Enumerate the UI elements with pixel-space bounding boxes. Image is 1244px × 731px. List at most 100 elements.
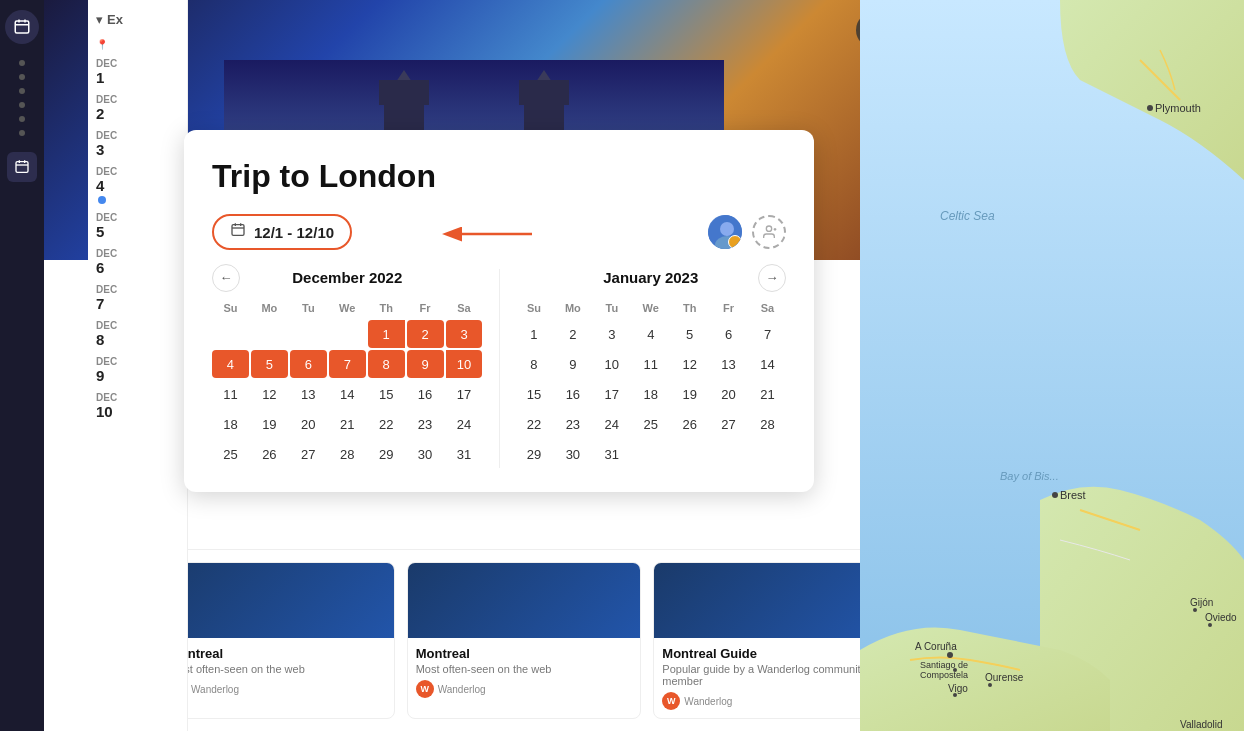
- day-8[interactable]: 8: [368, 350, 405, 378]
- next-month-button[interactable]: →: [758, 264, 786, 292]
- svg-text:Ourense: Ourense: [985, 672, 1024, 683]
- december-calendar: ← December 2022 Su Mo Tu We Th Fr Sa: [212, 269, 483, 468]
- jan-day-20[interactable]: 20: [710, 380, 747, 408]
- jan-day-24[interactable]: 24: [593, 410, 630, 438]
- itinerary-day-9[interactable]: DEC 9: [88, 352, 187, 388]
- day-17[interactable]: 17: [446, 380, 483, 408]
- itinerary-day-7[interactable]: DEC 7: [88, 280, 187, 316]
- sidebar-dot-5: [19, 116, 25, 122]
- jan-day-28[interactable]: 28: [749, 410, 786, 438]
- day-10[interactable]: 10: [446, 350, 483, 378]
- jan-day-9[interactable]: 9: [554, 350, 591, 378]
- jan-day-29[interactable]: 29: [516, 440, 553, 468]
- trip-panel: Trip to London 12/1 - 12/10: [184, 130, 814, 492]
- jan-day-15[interactable]: 15: [516, 380, 553, 408]
- svg-rect-4: [16, 162, 28, 173]
- jan-day-8[interactable]: 8: [516, 350, 553, 378]
- day-6[interactable]: 6: [290, 350, 327, 378]
- calendar-container: ← December 2022 Su Mo Tu We Th Fr Sa: [212, 269, 786, 468]
- day-18[interactable]: 18: [212, 410, 249, 438]
- day-27[interactable]: 27: [290, 440, 327, 468]
- itinerary-day-2[interactable]: DEC 2: [88, 90, 187, 126]
- guide-card-3[interactable]: Montreal Guide Popular guide by a Wander…: [653, 562, 888, 719]
- day-23[interactable]: 23: [407, 410, 444, 438]
- day-5[interactable]: 5: [251, 350, 288, 378]
- jan-day-22[interactable]: 22: [516, 410, 553, 438]
- jan-day-27[interactable]: 27: [710, 410, 747, 438]
- jan-day-18[interactable]: 18: [632, 380, 669, 408]
- itinerary-day-6[interactable]: DEC 6: [88, 244, 187, 280]
- day-25[interactable]: 25: [212, 440, 249, 468]
- svg-text:Valladolid: Valladolid: [1180, 719, 1223, 730]
- day-15[interactable]: 15: [368, 380, 405, 408]
- day-header-we: We: [329, 298, 366, 318]
- jan-day-31[interactable]: 31: [593, 440, 630, 468]
- day-13[interactable]: 13: [290, 380, 327, 408]
- day-19[interactable]: 19: [251, 410, 288, 438]
- jan-day-16[interactable]: 16: [554, 380, 591, 408]
- day-30[interactable]: 30: [407, 440, 444, 468]
- itinerary-day-3[interactable]: DEC 3: [88, 126, 187, 162]
- svg-text:Plymouth: Plymouth: [1155, 102, 1201, 114]
- itinerary-day-8[interactable]: DEC 8: [88, 316, 187, 352]
- jan-day-12[interactable]: 12: [671, 350, 708, 378]
- day-3[interactable]: 3: [446, 320, 483, 348]
- day-header-th: Th: [368, 298, 405, 318]
- jan-day-23[interactable]: 23: [554, 410, 591, 438]
- day-7[interactable]: 7: [329, 350, 366, 378]
- day-9[interactable]: 9: [407, 350, 444, 378]
- jan-day-2[interactable]: 2: [554, 320, 591, 348]
- day-header-sa: Sa: [446, 298, 483, 318]
- collapse-button[interactable]: ▾ Ex: [88, 8, 187, 31]
- day-31[interactable]: 31: [446, 440, 483, 468]
- card-2-subtitle: Most often-seen on the web: [416, 663, 633, 675]
- sidebar-logo[interactable]: [5, 10, 39, 44]
- day-21[interactable]: 21: [329, 410, 366, 438]
- january-title: January 2023: [603, 269, 698, 286]
- map-background: Plymouth Celtic Sea Brest Bay of Bis... …: [860, 0, 1244, 731]
- day-2[interactable]: 2: [407, 320, 444, 348]
- jan-day-25[interactable]: 25: [632, 410, 669, 438]
- jan-day-4[interactable]: 4: [632, 320, 669, 348]
- jan-day-13[interactable]: 13: [710, 350, 747, 378]
- day-16[interactable]: 16: [407, 380, 444, 408]
- jan-day-6[interactable]: 6: [710, 320, 747, 348]
- day-28[interactable]: 28: [329, 440, 366, 468]
- day-20[interactable]: 20: [290, 410, 327, 438]
- day-24[interactable]: 24: [446, 410, 483, 438]
- jan-day-1[interactable]: 1: [516, 320, 553, 348]
- guide-card-1[interactable]: Montreal Most often-seen on the web W Wa…: [160, 562, 395, 719]
- day-1[interactable]: 1: [368, 320, 405, 348]
- jan-day-7[interactable]: 7: [749, 320, 786, 348]
- day-22[interactable]: 22: [368, 410, 405, 438]
- day-header-mo: Mo: [251, 298, 288, 318]
- guide-card-2[interactable]: Montreal Most often-seen on the web W Wa…: [407, 562, 642, 719]
- day-14[interactable]: 14: [329, 380, 366, 408]
- itinerary-day-1[interactable]: DEC 1: [88, 54, 187, 90]
- itinerary-day-10[interactable]: DEC 10: [88, 388, 187, 424]
- jan-day-10[interactable]: 10: [593, 350, 630, 378]
- day-11[interactable]: 11: [212, 380, 249, 408]
- jan-day-21[interactable]: 21: [749, 380, 786, 408]
- jan-day-30[interactable]: 30: [554, 440, 591, 468]
- add-person-button[interactable]: [752, 215, 786, 249]
- day-26[interactable]: 26: [251, 440, 288, 468]
- calendar-nav-icon[interactable]: [7, 152, 37, 182]
- date-range-badge[interactable]: 12/1 - 12/10: [212, 214, 352, 250]
- prev-month-button[interactable]: ←: [212, 264, 240, 292]
- day-12[interactable]: 12: [251, 380, 288, 408]
- itinerary-day-5[interactable]: DEC 5: [88, 208, 187, 244]
- itinerary-day-4[interactable]: DEC 4: [88, 162, 187, 208]
- jan-day-5[interactable]: 5: [671, 320, 708, 348]
- jan-day-3[interactable]: 3: [593, 320, 630, 348]
- wanderlog-badge-2: W: [416, 680, 434, 698]
- user-avatar[interactable]: [706, 213, 744, 251]
- svg-text:Compostela: Compostela: [920, 670, 968, 680]
- jan-day-17[interactable]: 17: [593, 380, 630, 408]
- jan-day-11[interactable]: 11: [632, 350, 669, 378]
- day-29[interactable]: 29: [368, 440, 405, 468]
- day-4[interactable]: 4: [212, 350, 249, 378]
- jan-day-26[interactable]: 26: [671, 410, 708, 438]
- jan-day-19[interactable]: 19: [671, 380, 708, 408]
- jan-day-14[interactable]: 14: [749, 350, 786, 378]
